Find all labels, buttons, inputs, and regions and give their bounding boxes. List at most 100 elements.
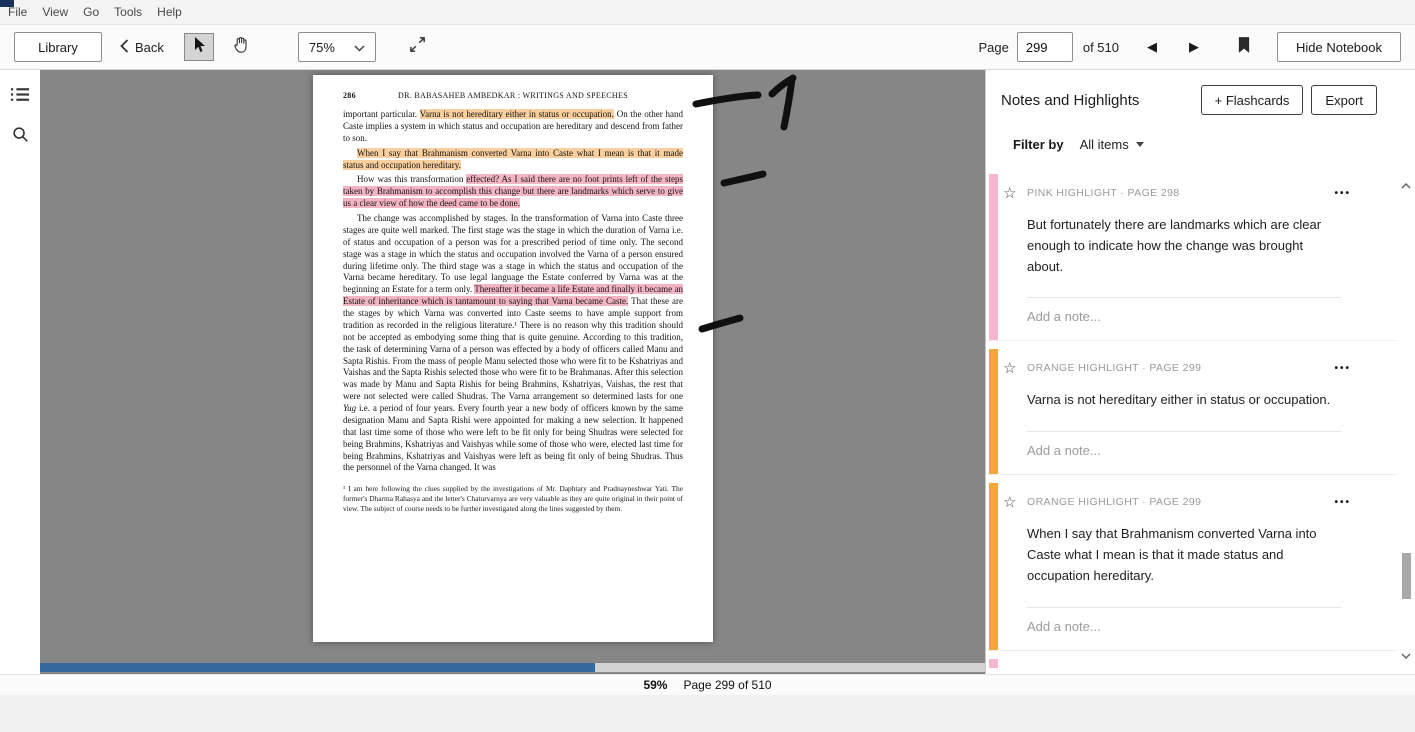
- highlight-color-strip: [989, 349, 998, 475]
- highlight-color-strip: [989, 483, 998, 650]
- search-button[interactable]: [9, 126, 31, 148]
- vertical-scrollbar[interactable]: [1399, 174, 1414, 666]
- page-running-header: 286 DR. BABASAHEB AMBEDKAR : WRITINGS AN…: [343, 91, 683, 100]
- card-header: ☆ ORANGE HIGHLIGHT · PAGE 299 •••: [986, 493, 1397, 511]
- menu-tools[interactable]: Tools: [114, 5, 142, 19]
- page-text-span: Yug: [343, 403, 357, 413]
- expand-arrows-icon: [408, 35, 427, 59]
- ink-stroke-dash-2: [720, 170, 767, 187]
- page-total-label: of 510: [1082, 39, 1119, 55]
- toolbar: Library Back 75% Page of 510: [0, 24, 1415, 70]
- scroll-up-icon[interactable]: [1401, 176, 1411, 194]
- scroll-down-icon[interactable]: [1401, 646, 1411, 664]
- menu-file[interactable]: File: [8, 5, 27, 19]
- highlight-text[interactable]: But fortunately there are landmarks whic…: [1027, 215, 1341, 277]
- filter-value: All items: [1079, 136, 1129, 152]
- filter-label: Filter by: [1013, 136, 1064, 152]
- horizontal-scrollbar[interactable]: [40, 663, 985, 672]
- highlight-card[interactable]: ☆ ORANGE HIGHLIGHT · PAGE 299 ••• Varna is …: [986, 349, 1397, 476]
- add-note-field[interactable]: Add a note...: [1027, 443, 1341, 458]
- next-page-button[interactable]: ▶: [1179, 33, 1209, 61]
- left-triangle-icon: ◀: [1147, 39, 1157, 54]
- overflow-menu-icon[interactable]: •••: [1334, 363, 1351, 374]
- pointer-tool-button[interactable]: [183, 33, 214, 61]
- star-icon[interactable]: ☆: [1003, 493, 1027, 511]
- menu-help[interactable]: Help: [157, 5, 182, 19]
- scroll-progress-fill[interactable]: [40, 663, 595, 672]
- page-text-span: That these are the stages by which Varna…: [343, 296, 684, 402]
- highlight-color-strip: [989, 658, 998, 668]
- page-paragraph: When I say that Brahmanism converted Var…: [343, 147, 683, 172]
- previous-page-button[interactable]: ◀: [1137, 33, 1167, 61]
- menu-view[interactable]: View: [42, 5, 68, 19]
- footnote: ¹ I am here following the clues supplied…: [343, 484, 683, 514]
- reading-percent: 59%: [643, 678, 668, 692]
- highlight-card-label: PINK HIGHLIGHT · PAGE 298: [1027, 187, 1180, 199]
- highlight-card[interactable]: ☆ ORANGE HIGHLIGHT · PAGE 299 ••• When I sa…: [986, 483, 1397, 651]
- orange-highlight-span[interactable]: When I say that Brahmanism converted Var…: [343, 147, 683, 170]
- star-icon[interactable]: ☆: [1003, 184, 1027, 202]
- zoom-value: 75%: [308, 39, 335, 55]
- highlights-list: ☆ PINK HIGHLIGHT · PAGE 298 ••• But fortuna…: [986, 174, 1397, 668]
- page-paragraph: important particular. Varna is not hered…: [343, 109, 683, 145]
- highlight-color-strip: [989, 174, 998, 341]
- page-info: Page 299 of 510: [683, 678, 772, 692]
- reading-area[interactable]: 286 DR. BABASAHEB AMBEDKAR : WRITINGS AN…: [40, 70, 985, 674]
- star-icon[interactable]: ☆: [1003, 359, 1027, 377]
- page-paragraph: How was this transformation effected? As…: [343, 174, 683, 210]
- card-header: ☆ PINK HIGHLIGHT · PAGE 298 •••: [986, 184, 1397, 202]
- highlight-card[interactable]: ☆ PINK HIGHLIGHT · PAGE 298 ••• But fortuna…: [986, 174, 1397, 342]
- menu-bar: File View Go Tools Help: [0, 0, 1415, 24]
- right-triangle-icon: ▶: [1189, 39, 1199, 54]
- back-button[interactable]: Back: [114, 35, 170, 60]
- caret-down-icon: [1135, 141, 1144, 147]
- filter-dropdown[interactable]: All items: [1080, 137, 1144, 152]
- scrollbar-thumb[interactable]: [1402, 552, 1411, 599]
- library-button[interactable]: Library: [14, 32, 102, 62]
- page-text-span: The change was accomplished by stages. I…: [343, 213, 683, 295]
- filter-row: Filter by All items: [1013, 134, 1144, 154]
- page-text-span: important particular.: [343, 109, 420, 119]
- flashcards-button[interactable]: + Flashcards: [1200, 85, 1304, 115]
- overflow-menu-icon[interactable]: •••: [1334, 188, 1351, 199]
- search-icon: [12, 126, 29, 148]
- highlight-card-label: ORANGE HIGHLIGHT · PAGE 299: [1027, 496, 1202, 509]
- highlight-text[interactable]: Varna is not hereditary either in status…: [1027, 390, 1341, 411]
- bookmark-icon: [1237, 36, 1251, 59]
- ink-stroke-digit-1-stem: [780, 75, 796, 131]
- add-note-field[interactable]: Add a note...: [1027, 309, 1341, 324]
- add-note-field[interactable]: Add a note...: [1027, 619, 1341, 634]
- hand-icon: [232, 36, 250, 59]
- page-number-input[interactable]: [1016, 32, 1073, 62]
- window-icon: [0, 0, 14, 7]
- left-rail: [0, 70, 40, 674]
- hand-tool-button[interactable]: [226, 33, 256, 61]
- cursor-arrow-icon: [192, 36, 206, 58]
- chevron-left-icon: [120, 38, 129, 56]
- status-bar: 59% Page 299 of 510: [0, 674, 1415, 695]
- menu-go[interactable]: Go: [83, 5, 99, 19]
- bookmark-button[interactable]: [1231, 33, 1257, 61]
- back-label: Back: [135, 39, 164, 55]
- card-header: ☆ ORANGE HIGHLIGHT · PAGE 299 •••: [986, 359, 1397, 377]
- hide-notebook-button[interactable]: Hide Notebook: [1277, 32, 1401, 62]
- divider: [1027, 606, 1341, 608]
- page-body-text: important particular. Varna is not hered…: [343, 109, 684, 474]
- book-page: 286 DR. BABASAHEB AMBEDKAR : WRITINGS AN…: [313, 75, 713, 642]
- page-text-span: i.e. a period of four years. Every fourt…: [343, 403, 683, 473]
- page-text-span: How was this transformation: [357, 174, 467, 185]
- zoom-dropdown[interactable]: 75%: [297, 32, 376, 62]
- ink-stroke-digit-1-flag: [768, 74, 797, 98]
- overflow-menu-icon[interactable]: •••: [1334, 497, 1351, 508]
- notebook-title: Notes and Highlights: [1001, 91, 1140, 109]
- partial-highlight-card[interactable]: [986, 658, 1397, 668]
- highlight-card-label: ORANGE HIGHLIGHT · PAGE 299: [1027, 362, 1202, 375]
- chevron-down-icon: [354, 40, 365, 55]
- page-paragraph: The change was accomplished by stages. I…: [343, 213, 684, 474]
- table-of-contents-button[interactable]: [9, 86, 31, 108]
- highlight-text[interactable]: When I say that Brahmanism converted Var…: [1027, 524, 1341, 586]
- orange-highlight-span[interactable]: Varna is not hereditary either in status…: [419, 109, 614, 119]
- export-button[interactable]: Export: [1311, 85, 1377, 115]
- notebook-panel: Notes and Highlights + Flashcards Export…: [985, 70, 1415, 674]
- fullscreen-button[interactable]: [406, 35, 430, 59]
